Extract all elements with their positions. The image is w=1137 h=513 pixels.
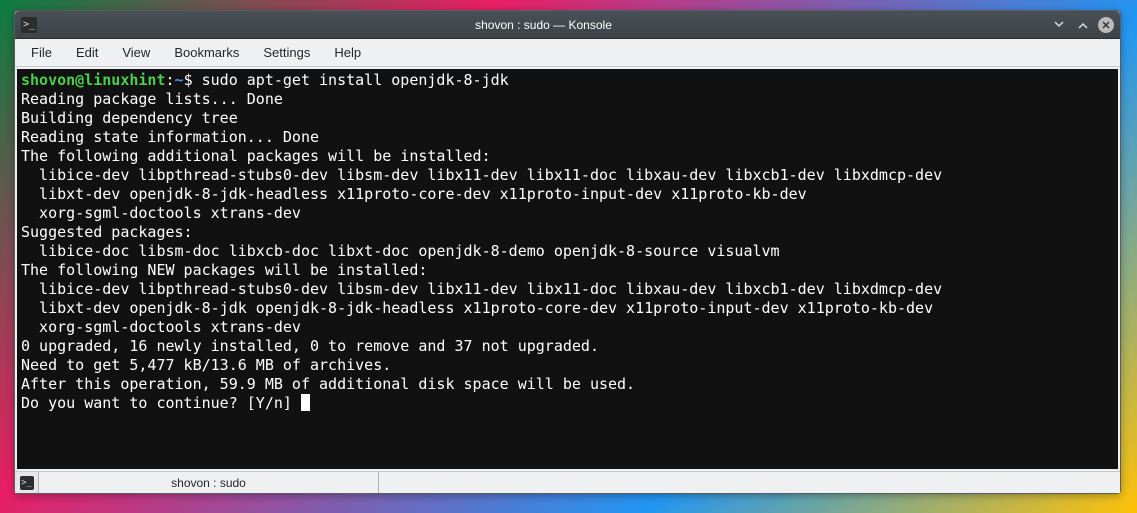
terminal-line: libice-doc libsm-doc libxcb-doc libxt-do…: [21, 242, 780, 260]
statusbar: >_ shovon : sudo: [15, 471, 1120, 493]
menu-file[interactable]: File: [19, 41, 64, 64]
minimize-button[interactable]: [1050, 16, 1068, 34]
menu-view[interactable]: View: [110, 41, 162, 64]
window-title: shovon : sudo — Konsole: [37, 18, 1050, 32]
window-controls: [1050, 16, 1120, 34]
maximize-button[interactable]: [1074, 16, 1092, 34]
terminal-line: libice-dev libpthread-stubs0-dev libsm-d…: [21, 166, 942, 184]
menu-help[interactable]: Help: [322, 41, 373, 64]
menu-edit[interactable]: Edit: [64, 41, 110, 64]
terminal-line: xorg-sgml-doctools xtrans-dev: [21, 204, 301, 222]
terminal-line: Do you want to continue? [Y/n]: [21, 394, 301, 412]
tab-current[interactable]: shovon : sudo: [39, 472, 379, 493]
app-icon: >_: [21, 17, 37, 33]
prompt-user-host: shovon@linuxhint: [21, 71, 166, 89]
terminal-icon: >_: [20, 476, 34, 490]
menu-bookmarks[interactable]: Bookmarks: [162, 41, 251, 64]
terminal-line: Need to get 5,477 kB/13.6 MB of archives…: [21, 356, 391, 374]
new-tab-button[interactable]: >_: [15, 472, 39, 493]
terminal-line: libxt-dev openjdk-8-jdk-headless x11prot…: [21, 185, 807, 203]
prompt-colon: :: [166, 71, 175, 89]
menubar: File Edit View Bookmarks Settings Help: [15, 39, 1120, 67]
prompt-symbol: $: [184, 71, 193, 89]
cursor-icon: [301, 394, 310, 411]
terminal-line: libice-dev libpthread-stubs0-dev libsm-d…: [21, 280, 942, 298]
terminal-command: [193, 71, 202, 89]
terminal-line: Reading package lists... Done: [21, 90, 283, 108]
terminal-area[interactable]: shovon@linuxhint:~$ sudo apt-get install…: [17, 69, 1118, 469]
terminal-command-text: sudo apt-get install openjdk-8-jdk: [202, 71, 509, 89]
terminal-line: Reading state information... Done: [21, 128, 319, 146]
terminal-line: 0 upgraded, 16 newly installed, 0 to rem…: [21, 337, 599, 355]
terminal-line: Building dependency tree: [21, 109, 301, 127]
close-button[interactable]: [1098, 17, 1114, 33]
terminal-line: After this operation, 59.9 MB of additio…: [21, 375, 635, 393]
konsole-window: >_ shovon : sudo — Konsole File Edit Vie…: [14, 10, 1121, 494]
titlebar[interactable]: >_ shovon : sudo — Konsole: [15, 11, 1120, 39]
terminal-line: xorg-sgml-doctools xtrans-dev: [21, 318, 301, 336]
prompt-path: ~: [175, 71, 184, 89]
terminal-line: Suggested packages:: [21, 223, 193, 241]
titlebar-left: >_: [15, 17, 37, 33]
menu-settings[interactable]: Settings: [251, 41, 322, 64]
terminal-line: The following NEW packages will be insta…: [21, 261, 427, 279]
terminal-line: libxt-dev openjdk-8-jdk openjdk-8-jdk-he…: [21, 299, 933, 317]
terminal-line: The following additional packages will b…: [21, 147, 491, 165]
